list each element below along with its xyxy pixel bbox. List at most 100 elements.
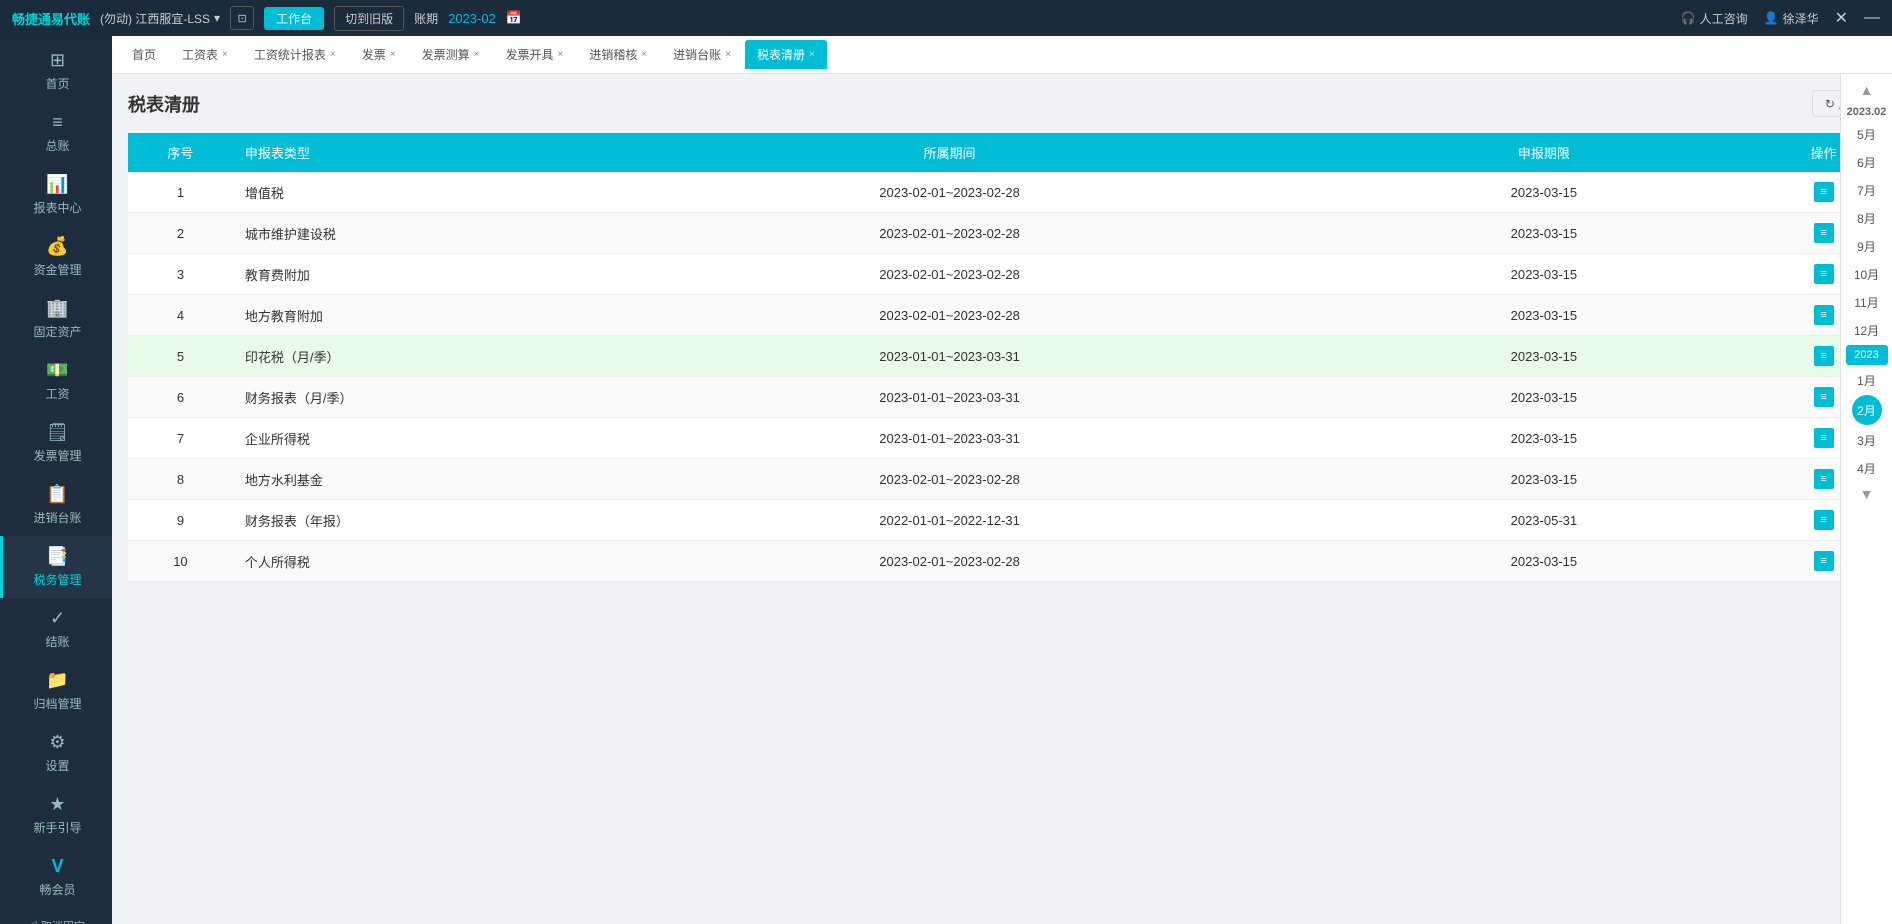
minimize-icon[interactable]: — bbox=[1864, 9, 1880, 27]
tab-purchase-ledger-close[interactable]: × bbox=[725, 49, 731, 60]
sidebar-label-purchase-sales: 进销台账 bbox=[33, 509, 81, 526]
sidebar-item-settlement[interactable]: ✓ 结账 bbox=[0, 598, 112, 660]
sidebar-item-purchase-sales[interactable]: 📋 进销台账 bbox=[0, 474, 112, 536]
sidebar-item-archive-mgmt[interactable]: 📁 归档管理 bbox=[0, 660, 112, 722]
action-view-icon[interactable]: ≡ bbox=[1814, 182, 1834, 202]
action-view-icon[interactable]: ≡ bbox=[1814, 428, 1834, 448]
user-menu[interactable]: 👤 徐泽华 bbox=[1764, 10, 1819, 27]
period-label: 账期 bbox=[414, 10, 438, 27]
cell-period: 2023-01-01~2023-03-31 bbox=[582, 336, 1316, 377]
cal-month-11[interactable]: 11月 bbox=[1846, 289, 1888, 315]
cal-month-3[interactable]: 3月 bbox=[1846, 427, 1888, 453]
tab-invoice-calc-close[interactable]: × bbox=[474, 49, 480, 60]
cal-month-10[interactable]: 10月 bbox=[1846, 261, 1888, 287]
cal-month-7[interactable]: 7月 bbox=[1846, 177, 1888, 203]
cal-month-12[interactable]: 12月 bbox=[1846, 317, 1888, 343]
tab-purchase-check-close[interactable]: × bbox=[641, 49, 647, 60]
action-view-icon[interactable]: ≡ bbox=[1814, 510, 1834, 530]
tab-bar: 首页 工资表 × 工资统计报表 × 发票 × 发票测算 × 发票开具 × bbox=[112, 36, 1892, 74]
cell-type: 个人所得税 bbox=[233, 541, 583, 582]
tab-home[interactable]: 首页 bbox=[120, 40, 168, 69]
fund-icon: 💰 bbox=[46, 236, 68, 257]
cal-nav-up[interactable]: ▲ bbox=[1855, 78, 1879, 102]
page-title: 税表清册 bbox=[128, 91, 200, 117]
cal-month-5[interactable]: 5月 bbox=[1846, 121, 1888, 147]
copy-icon[interactable]: ⊡ bbox=[230, 6, 254, 30]
assets-icon: 🏢 bbox=[46, 298, 68, 319]
sidebar-item-report-center[interactable]: 📊 报表中心 bbox=[0, 164, 112, 226]
tab-salary-stats-close[interactable]: × bbox=[330, 49, 336, 60]
cell-type: 增值税 bbox=[233, 172, 583, 213]
sidebar-label-general-ledger: 总账 bbox=[45, 137, 69, 154]
sidebar-item-settings[interactable]: ⚙ 设置 bbox=[0, 722, 112, 784]
sidebar-label-salary: 工资 bbox=[45, 385, 69, 402]
purchase-icon: 📋 bbox=[46, 484, 68, 505]
cal-month-4[interactable]: 4月 bbox=[1846, 455, 1888, 481]
table-row: 3 教育费附加 2023-02-01~2023-02-28 2023-03-15… bbox=[128, 254, 1876, 295]
cell-period: 2023-02-01~2023-02-28 bbox=[582, 213, 1316, 254]
tab-salary-stats[interactable]: 工资统计报表 × bbox=[242, 40, 348, 69]
tab-home-label: 首页 bbox=[132, 46, 156, 63]
action-view-icon[interactable]: ≡ bbox=[1814, 223, 1834, 243]
action-view-icon[interactable]: ≡ bbox=[1814, 469, 1834, 489]
cell-period: 2022-01-01~2022-12-31 bbox=[582, 500, 1316, 541]
tab-purchase-ledger[interactable]: 进销台账 × bbox=[661, 40, 743, 69]
sidebar-item-fund-mgmt[interactable]: 💰 资金管理 bbox=[0, 226, 112, 288]
chevron-down-icon: ▾ bbox=[214, 11, 220, 25]
sidebar-item-invoice-mgmt[interactable]: 🗒 发票管理 bbox=[0, 412, 112, 474]
cal-nav-down[interactable]: ▼ bbox=[1855, 482, 1879, 506]
member-icon: V bbox=[51, 856, 63, 877]
sidebar-footer-unpin[interactable]: ◁ 取消固定 bbox=[0, 908, 112, 924]
action-view-icon[interactable]: ≡ bbox=[1814, 346, 1834, 366]
cell-no: 3 bbox=[128, 254, 233, 295]
sidebar-item-general-ledger[interactable]: ≡ 总账 bbox=[0, 102, 112, 164]
workbench-button[interactable]: 工作台 bbox=[264, 7, 324, 30]
tab-salary-table-label: 工资表 bbox=[182, 46, 218, 63]
company-selector[interactable]: (勿动) 江西服宜-LSS ▾ bbox=[100, 10, 220, 27]
tab-invoice-open[interactable]: 发票开具 × bbox=[493, 40, 575, 69]
action-view-icon[interactable]: ≡ bbox=[1814, 387, 1834, 407]
tab-purchase-check[interactable]: 进销稽核 × bbox=[577, 40, 659, 69]
cell-type: 印花税（月/季） bbox=[233, 336, 583, 377]
cal-month-1[interactable]: 1月 bbox=[1846, 367, 1888, 393]
calendar-icon[interactable]: 📅 bbox=[506, 10, 522, 26]
calendar-panel: ▲ 2023.02 5月 6月 7月 8月 9月 10月 11月 12月 202… bbox=[1840, 74, 1892, 924]
tab-invoice-open-close[interactable]: × bbox=[557, 49, 563, 60]
tab-invoice-label: 发票 bbox=[362, 46, 386, 63]
cal-year-badge: 2023 bbox=[1846, 345, 1888, 365]
sidebar-item-tax-mgmt[interactable]: 📑 税务管理 bbox=[0, 536, 112, 598]
cal-month-6[interactable]: 6月 bbox=[1846, 149, 1888, 175]
sidebar-item-member[interactable]: V 畅会员 bbox=[0, 846, 112, 908]
sidebar: ⊞ 首页 ≡ 总账 📊 报表中心 💰 资金管理 🏢 固定资产 💵 工资 🗒 发票… bbox=[0, 36, 112, 924]
cal-month-9[interactable]: 9月 bbox=[1846, 233, 1888, 259]
close-window-icon[interactable]: ✕ bbox=[1835, 8, 1848, 28]
tab-invoice-calc[interactable]: 发票测算 × bbox=[410, 40, 492, 69]
cal-month-8[interactable]: 8月 bbox=[1846, 205, 1888, 231]
ledger-icon: ≡ bbox=[52, 112, 63, 133]
cell-period: 2023-02-01~2023-02-28 bbox=[582, 459, 1316, 500]
table-row: 1 增值税 2023-02-01~2023-02-28 2023-03-15 ≡ bbox=[128, 172, 1876, 213]
action-view-icon[interactable]: ≡ bbox=[1814, 551, 1834, 571]
sidebar-item-fixed-assets[interactable]: 🏢 固定资产 bbox=[0, 288, 112, 350]
sidebar-item-home[interactable]: ⊞ 首页 bbox=[0, 40, 112, 102]
sidebar-label-archive-mgmt: 归档管理 bbox=[33, 695, 81, 712]
cell-no: 4 bbox=[128, 295, 233, 336]
sidebar-item-new-guide[interactable]: ★ 新手引导 bbox=[0, 784, 112, 846]
top-actions: 🎧 人工咨询 👤 徐泽华 ✕ — bbox=[1681, 8, 1880, 28]
action-view-icon[interactable]: ≡ bbox=[1814, 264, 1834, 284]
tab-invoice[interactable]: 发票 × bbox=[350, 40, 408, 69]
switch-old-button[interactable]: 切到旧版 bbox=[334, 6, 404, 31]
cell-no: 6 bbox=[128, 377, 233, 418]
tab-salary-table[interactable]: 工资表 × bbox=[170, 40, 240, 69]
tab-tax-register-close[interactable]: × bbox=[809, 49, 815, 60]
ai-consult-button[interactable]: 🎧 人工咨询 bbox=[1681, 10, 1748, 27]
tab-tax-register[interactable]: 税表清册 × bbox=[745, 40, 827, 69]
cell-deadline: 2023-03-15 bbox=[1317, 418, 1771, 459]
cell-no: 9 bbox=[128, 500, 233, 541]
tab-salary-table-close[interactable]: × bbox=[222, 49, 228, 60]
sidebar-item-salary[interactable]: 💵 工资 bbox=[0, 350, 112, 412]
tab-invoice-calc-label: 发票测算 bbox=[422, 46, 470, 63]
tab-invoice-close[interactable]: × bbox=[390, 49, 396, 60]
cal-month-2-active[interactable]: 2月 bbox=[1852, 395, 1882, 425]
action-view-icon[interactable]: ≡ bbox=[1814, 305, 1834, 325]
